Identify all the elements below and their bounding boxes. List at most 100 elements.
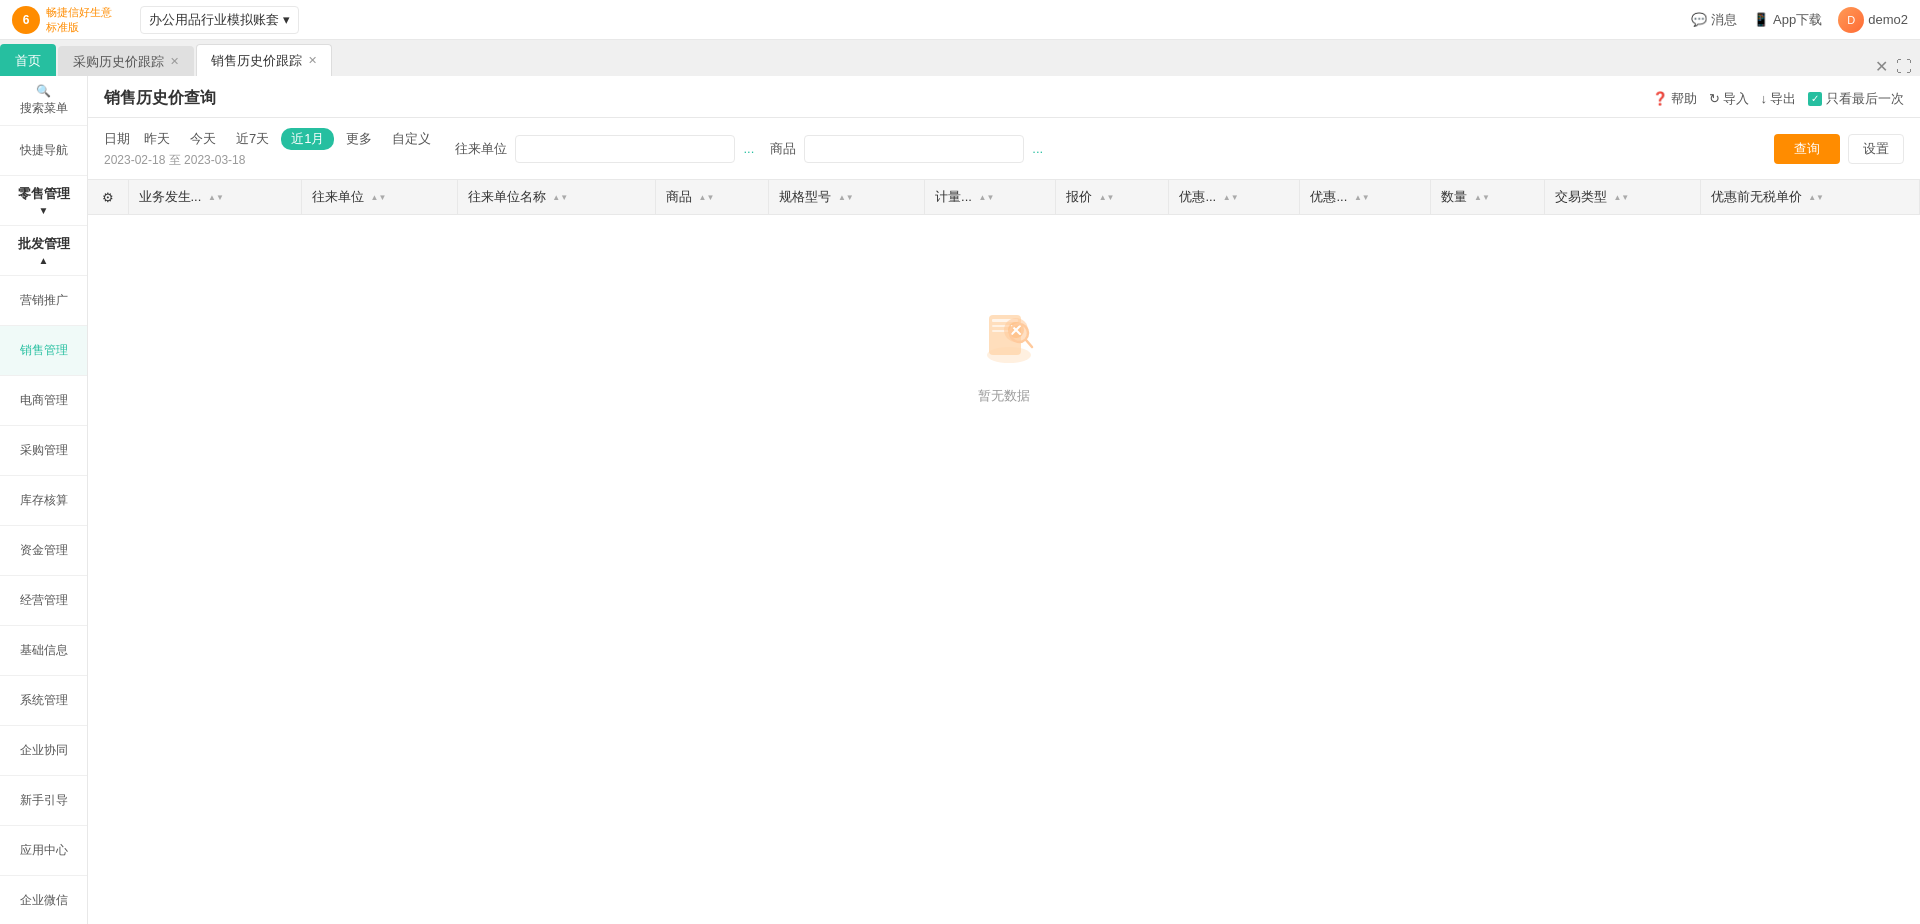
sidebar-item-sales-mgmt[interactable]: 销售管理: [0, 326, 87, 376]
table-container: ⚙ 业务发生... ▲▼ 往来单位 ▲▼ 往来单位名称 ▲▼: [88, 180, 1920, 924]
help-action[interactable]: ❓ 帮助: [1652, 90, 1697, 108]
date-option-custom[interactable]: 自定义: [384, 128, 439, 150]
settings-icon: ⚙: [102, 190, 114, 205]
tab-purchase-history-close[interactable]: ✕: [170, 56, 179, 67]
counter-party-filter: 往来单位 ...: [455, 135, 754, 163]
sidebar-item-new-guide[interactable]: 新手引导: [0, 776, 87, 826]
import-label: 导入: [1723, 90, 1749, 108]
sidebar: 🔍 搜索菜单 快捷导航 零售管理 ▼ 批发管理 ▲ 营销推广 销售管理 电商管理…: [0, 76, 88, 924]
page-header: 销售历史价查询 ❓ 帮助 ↻ 导入 ↓ 导出 ✓ 只看最后一次: [88, 76, 1920, 118]
app-selector[interactable]: 办公用品行业模拟账套 ▾: [140, 6, 299, 34]
main-layout: 🔍 搜索菜单 快捷导航 零售管理 ▼ 批发管理 ▲ 营销推广 销售管理 电商管理…: [0, 76, 1920, 924]
checkbox-icon: ✓: [1808, 92, 1822, 106]
sort-icon-trade-type: ▲▼: [1613, 194, 1629, 202]
sidebar-item-purchase[interactable]: 采购管理: [0, 426, 87, 476]
th-counter-party[interactable]: 往来单位 ▲▼: [301, 180, 457, 215]
chevron-down-icon: ▾: [283, 12, 290, 27]
product-input[interactable]: [804, 135, 1024, 163]
sort-icon-unit: ▲▼: [978, 194, 994, 202]
counter-party-dots[interactable]: ...: [743, 141, 754, 156]
logo-icon: 6: [12, 6, 40, 34]
sort-icon-product: ▲▼: [699, 194, 715, 202]
counter-party-input[interactable]: [515, 135, 735, 163]
sort-icon-discount1: ▲▼: [1223, 194, 1239, 202]
app-download-label: App下载: [1773, 11, 1822, 29]
import-action[interactable]: ↻ 导入: [1709, 90, 1749, 108]
sidebar-item-operations[interactable]: 经营管理: [0, 576, 87, 626]
sidebar-item-inventory[interactable]: 库存核算: [0, 476, 87, 526]
tab-purchase-history-label: 采购历史价跟踪: [73, 53, 164, 71]
date-option-yesterday[interactable]: 昨天: [136, 128, 178, 150]
sidebar-item-marketing[interactable]: 营销推广: [0, 276, 87, 326]
sidebar-item-finance[interactable]: 资金管理: [0, 526, 87, 576]
header-right: 💬 消息 📱 App下载 D demo2: [1691, 7, 1908, 33]
empty-text: 暂无数据: [978, 387, 1030, 405]
th-spec[interactable]: 规格型号 ▲▼: [769, 180, 925, 215]
sidebar-item-search[interactable]: 🔍 搜索菜单: [0, 76, 87, 126]
sort-icon-biz-date: ▲▼: [208, 194, 224, 202]
th-unit[interactable]: 计量... ▲▼: [925, 180, 1056, 215]
query-button[interactable]: 查询: [1774, 134, 1840, 164]
app-download-action[interactable]: 📱 App下载: [1753, 11, 1822, 29]
tab-purchase-history[interactable]: 采购历史价跟踪 ✕: [58, 46, 194, 76]
sidebar-item-basic-info[interactable]: 基础信息: [0, 626, 87, 676]
username-label: demo2: [1868, 12, 1908, 27]
th-quote[interactable]: 报价 ▲▼: [1056, 180, 1169, 215]
sort-icon-pre-discount-price: ▲▼: [1808, 194, 1824, 202]
th-biz-date[interactable]: 业务发生... ▲▼: [128, 180, 301, 215]
sidebar-item-retail[interactable]: 零售管理 ▼: [0, 176, 87, 226]
th-trade-type[interactable]: 交易类型 ▲▼: [1544, 180, 1700, 215]
fullscreen-icon[interactable]: ⛶: [1896, 58, 1912, 76]
th-counter-party-name[interactable]: 往来单位名称 ▲▼: [457, 180, 655, 215]
sidebar-item-quick-nav[interactable]: 快捷导航: [0, 126, 87, 176]
data-table: ⚙ 业务发生... ▲▼ 往来单位 ▲▼ 往来单位名称 ▲▼: [88, 180, 1920, 215]
download-icon: 📱: [1753, 12, 1769, 27]
page-title: 销售历史价查询: [104, 88, 216, 109]
empty-state: 暂无数据: [88, 215, 1920, 485]
sidebar-item-system[interactable]: 系统管理: [0, 676, 87, 726]
date-option-more[interactable]: 更多: [338, 128, 380, 150]
product-dots[interactable]: ...: [1032, 141, 1043, 156]
page-header-actions: ❓ 帮助 ↻ 导入 ↓ 导出 ✓ 只看最后一次: [1652, 90, 1905, 108]
tab-bar: 首页 采购历史价跟踪 ✕ 销售历史价跟踪 ✕ ✕ ⛶: [0, 40, 1920, 76]
th-pre-discount-price[interactable]: 优惠前无税单价 ▲▼: [1700, 180, 1919, 215]
sidebar-item-operations-label: 经营管理: [20, 592, 68, 609]
svg-line-10: [1026, 340, 1032, 347]
th-discount2[interactable]: 优惠... ▲▼: [1300, 180, 1431, 215]
close-window-icon[interactable]: ✕: [1875, 57, 1888, 76]
message-action[interactable]: 💬 消息: [1691, 11, 1737, 29]
export-action[interactable]: ↓ 导出: [1761, 90, 1797, 108]
sidebar-item-purchase-label: 采购管理: [20, 442, 68, 459]
sidebar-item-new-guide-label: 新手引导: [20, 792, 68, 809]
export-label: 导出: [1770, 90, 1796, 108]
th-discount1[interactable]: 优惠... ▲▼: [1169, 180, 1300, 215]
th-settings[interactable]: ⚙: [88, 180, 128, 215]
sidebar-item-ecommerce[interactable]: 电商管理: [0, 376, 87, 426]
logo-text: 畅捷信好生意 标准版: [46, 5, 112, 34]
th-product[interactable]: 商品 ▲▼: [655, 180, 768, 215]
help-label: 帮助: [1671, 90, 1697, 108]
tab-home-label: 首页: [15, 52, 41, 70]
date-range-text: 2023-02-18 至 2023-03-18: [104, 152, 439, 169]
retail-arrow-icon: ▼: [39, 205, 49, 216]
tab-sales-history-close[interactable]: ✕: [308, 55, 317, 66]
date-option-1month[interactable]: 近1月: [281, 128, 334, 150]
product-label: 商品: [770, 140, 796, 158]
date-label: 日期: [104, 130, 130, 148]
sidebar-item-wholesale[interactable]: 批发管理 ▲: [0, 226, 87, 276]
tab-sales-history[interactable]: 销售历史价跟踪 ✕: [196, 44, 332, 76]
sidebar-item-wechat[interactable]: 企业微信: [0, 876, 87, 924]
only-last-checkbox[interactable]: ✓ 只看最后一次: [1808, 90, 1904, 108]
user-action[interactable]: D demo2: [1838, 7, 1908, 33]
th-quantity[interactable]: 数量 ▲▼: [1431, 180, 1544, 215]
product-filter: 商品 ...: [770, 135, 1043, 163]
sidebar-item-app-center[interactable]: 应用中心: [0, 826, 87, 876]
date-option-today[interactable]: 今天: [182, 128, 224, 150]
sidebar-item-enterprise[interactable]: 企业协同: [0, 726, 87, 776]
settings-button[interactable]: 设置: [1848, 134, 1904, 164]
top-header: 6 畅捷信好生意 标准版 办公用品行业模拟账套 ▾ 💬 消息 📱 App下载 D…: [0, 0, 1920, 40]
sidebar-item-retail-label: 零售管理: [18, 185, 70, 203]
date-option-7days[interactable]: 近7天: [228, 128, 277, 150]
sidebar-item-inventory-label: 库存核算: [20, 492, 68, 509]
tab-home[interactable]: 首页: [0, 44, 56, 76]
